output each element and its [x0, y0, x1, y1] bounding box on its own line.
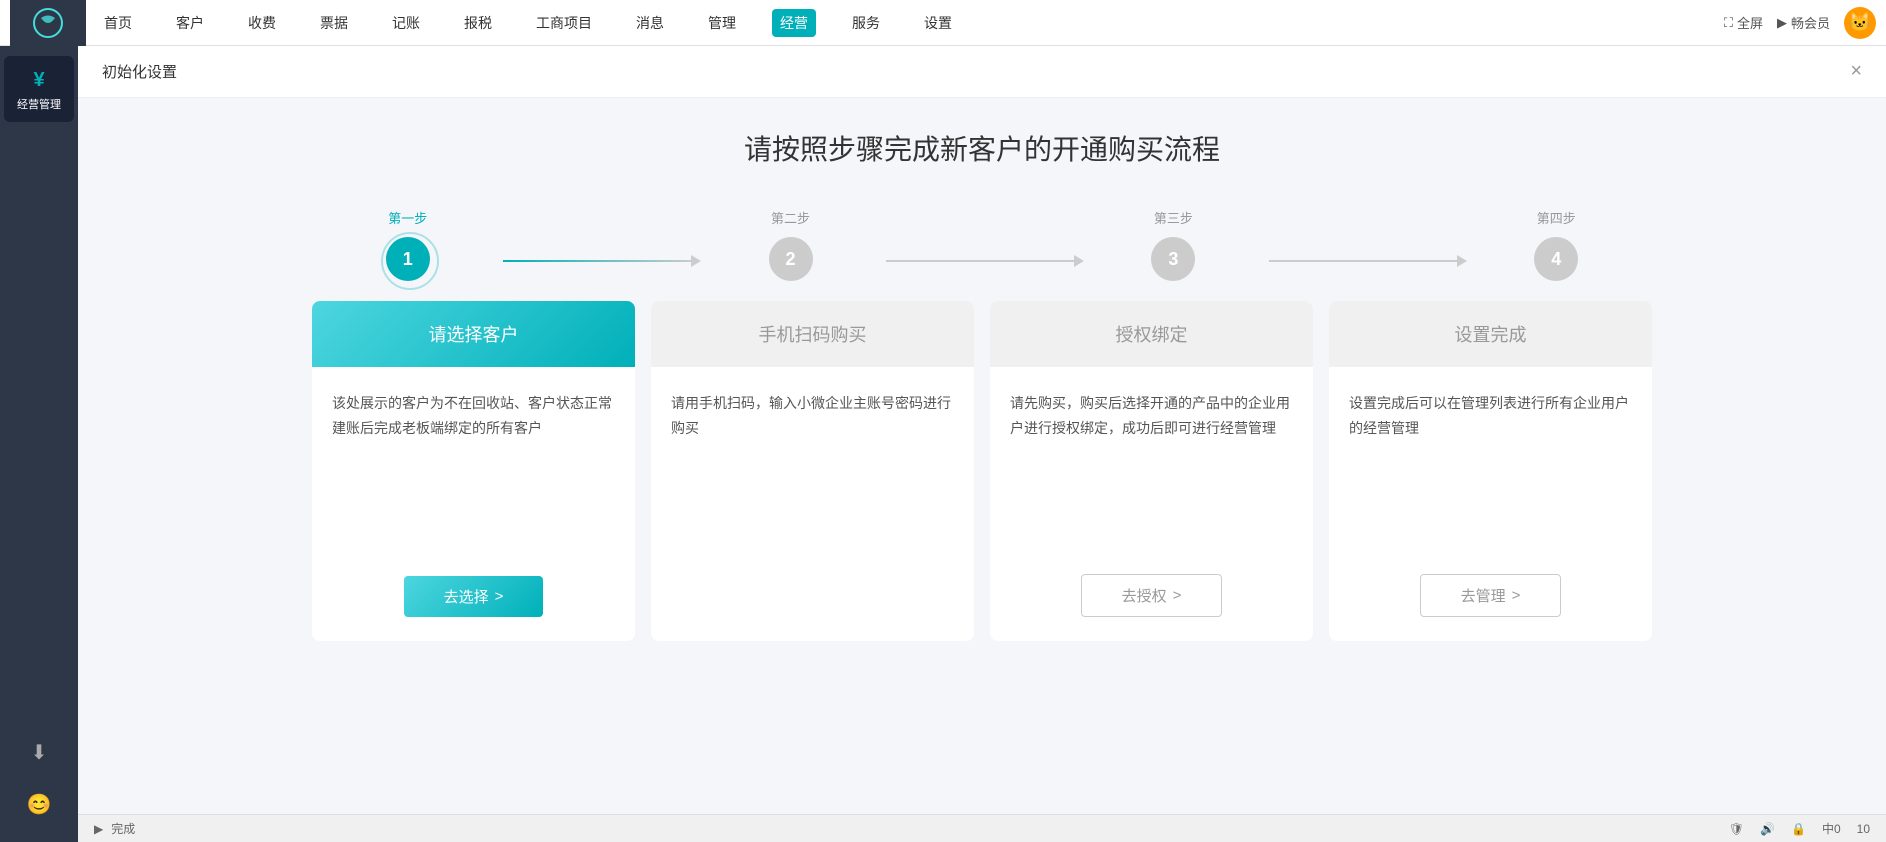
sidebar: ¥ 经营管理 ⬇ 😊 — [0, 46, 78, 842]
step-1-label: 第一步 — [388, 208, 427, 227]
step-2: 第二步 2 — [695, 208, 886, 281]
card-2-header: 手机扫码购买 — [651, 301, 974, 367]
membership-icon: ▶ — [1777, 15, 1787, 31]
content-header: 初始化设置 × — [78, 46, 1886, 98]
card-4-footer: 去管理 > — [1329, 558, 1652, 641]
main-content: 初始化设置 × 请按照步骤完成新客户的开通购买流程 第一步 1 — [78, 46, 1886, 842]
input-status: 中0 — [1822, 820, 1841, 837]
nav-message[interactable]: 消息 — [628, 9, 672, 37]
card-3-btn-arrow: > — [1173, 587, 1182, 604]
lock-icon: 🔒 — [1791, 822, 1806, 836]
card-1-btn[interactable]: 去选择 > — [404, 576, 544, 617]
close-button[interactable]: × — [1850, 60, 1862, 83]
time-label: 10 — [1857, 822, 1870, 836]
fullscreen-label: 全屏 — [1737, 13, 1763, 32]
page-title: 初始化设置 — [102, 61, 177, 82]
card-1-btn-arrow: > — [495, 588, 504, 605]
fullscreen-icon: ⛶ — [1724, 15, 1733, 31]
step-2-circle: 2 — [769, 237, 813, 281]
user-avatar[interactable]: 🐱 — [1844, 7, 1876, 39]
sidebar-download-btn[interactable]: ⬇ — [17, 730, 61, 774]
sidebar-bottom: ⬇ 😊 — [17, 730, 61, 842]
operation-icon: ¥ — [25, 66, 53, 94]
step-2-label: 第二步 — [771, 208, 810, 227]
step-3: 第三步 3 — [1078, 208, 1269, 281]
nav-settings[interactable]: 设置 — [916, 9, 960, 37]
membership-label: 畅会员 — [1791, 13, 1830, 32]
status-right: 🛡 🔊 🔒 中0 10 — [1729, 820, 1870, 837]
card-1-footer: 去选择 > — [312, 560, 635, 641]
card-4-btn-label: 去管理 — [1461, 585, 1506, 606]
status-bar: ▶ 完成 🛡 🔊 🔒 中0 10 — [78, 814, 1886, 842]
step-1-circle: 1 — [386, 237, 430, 281]
nav-items: 首页 客户 收费 票据 记账 报税 工商项目 消息 管理 经营 服务 设置 — [96, 9, 1724, 37]
step-1: 第一步 1 — [312, 208, 503, 281]
membership-btn[interactable]: ▶ 畅会员 — [1777, 13, 1830, 32]
card-4: 设置完成 设置完成后可以在管理列表进行所有企业用户的经营管理 去管理 > — [1329, 301, 1652, 641]
card-2-body: 请用手机扫码，输入小微企业主账号密码进行购买 — [651, 367, 974, 601]
nav-customer[interactable]: 客户 — [168, 9, 212, 37]
nav-business[interactable]: 工商项目 — [528, 9, 600, 37]
sidebar-item-operation[interactable]: ¥ 经营管理 — [4, 56, 74, 122]
card-1-btn-label: 去选择 — [444, 586, 489, 607]
step-4-label: 第四步 — [1537, 208, 1576, 227]
setup-area: 请按照步骤完成新客户的开通购买流程 第一步 1 第二步 2 — [78, 98, 1886, 814]
nav-tax[interactable]: 报税 — [456, 9, 500, 37]
card-3-body: 请先购买，购买后选择开通的产品中的企业用户进行授权绑定，成功后即可进行经营管理 — [990, 367, 1313, 558]
setup-title: 请按照步骤完成新客户的开通购买流程 — [744, 128, 1220, 168]
play-btn[interactable]: ▶ — [94, 822, 103, 836]
sidebar-help-btn[interactable]: 😊 — [17, 782, 61, 826]
card-3-header: 授权绑定 — [990, 301, 1313, 367]
card-4-btn[interactable]: 去管理 > — [1420, 574, 1562, 617]
fullscreen-btn[interactable]: ⛶ 全屏 — [1724, 13, 1763, 32]
app-logo — [10, 0, 86, 46]
step-3-circle: 3 — [1151, 237, 1195, 281]
sidebar-item-label: 经营管理 — [17, 98, 61, 112]
card-4-header: 设置完成 — [1329, 301, 1652, 367]
top-navigation: 首页 客户 收费 票据 记账 报税 工商项目 消息 管理 经营 服务 设置 ⛶ … — [0, 0, 1886, 46]
nav-operation[interactable]: 经营 — [772, 9, 816, 37]
card-3-btn-label: 去授权 — [1122, 585, 1167, 606]
card-1-body: 该处展示的客户为不在回收站、客户状态正常建账后完成老板端绑定的所有客户 — [312, 367, 635, 560]
status-label: 完成 — [111, 820, 135, 837]
nav-home[interactable]: 首页 — [96, 9, 140, 37]
shield-icon: 🛡 — [1729, 822, 1744, 836]
nav-right: ⛶ 全屏 ▶ 畅会员 🐱 — [1724, 7, 1876, 39]
cards-container: 请选择客户 该处展示的客户为不在回收站、客户状态正常建账后完成老板端绑定的所有客… — [312, 301, 1652, 641]
card-3: 授权绑定 请先购买，购买后选择开通的产品中的企业用户进行授权绑定，成功后即可进行… — [990, 301, 1313, 641]
step-3-label: 第三步 — [1154, 208, 1193, 227]
nav-invoice[interactable]: 票据 — [312, 9, 356, 37]
card-2-footer — [651, 601, 974, 641]
nav-service[interactable]: 服务 — [844, 9, 888, 37]
volume-icon: 🔊 — [1760, 822, 1775, 836]
card-1: 请选择客户 该处展示的客户为不在回收站、客户状态正常建账后完成老板端绑定的所有客… — [312, 301, 635, 641]
nav-accounting[interactable]: 记账 — [384, 9, 428, 37]
main-layout: ¥ 经营管理 ⬇ 😊 初始化设置 × 请按照步骤完成新客户的开通购买流程 第一步… — [0, 46, 1886, 842]
steps-container: 第一步 1 第二步 2 — [312, 208, 1652, 281]
card-3-footer: 去授权 > — [990, 558, 1313, 641]
card-4-btn-arrow: > — [1512, 587, 1521, 604]
card-3-btn[interactable]: 去授权 > — [1081, 574, 1223, 617]
card-2: 手机扫码购买 请用手机扫码，输入小微企业主账号密码进行购买 — [651, 301, 974, 641]
card-4-body: 设置完成后可以在管理列表进行所有企业用户的经营管理 — [1329, 367, 1652, 558]
step-4-circle: 4 — [1534, 237, 1578, 281]
nav-fee[interactable]: 收费 — [240, 9, 284, 37]
card-1-header: 请选择客户 — [312, 301, 635, 367]
nav-manage[interactable]: 管理 — [700, 9, 744, 37]
step-4: 第四步 4 — [1461, 208, 1652, 281]
